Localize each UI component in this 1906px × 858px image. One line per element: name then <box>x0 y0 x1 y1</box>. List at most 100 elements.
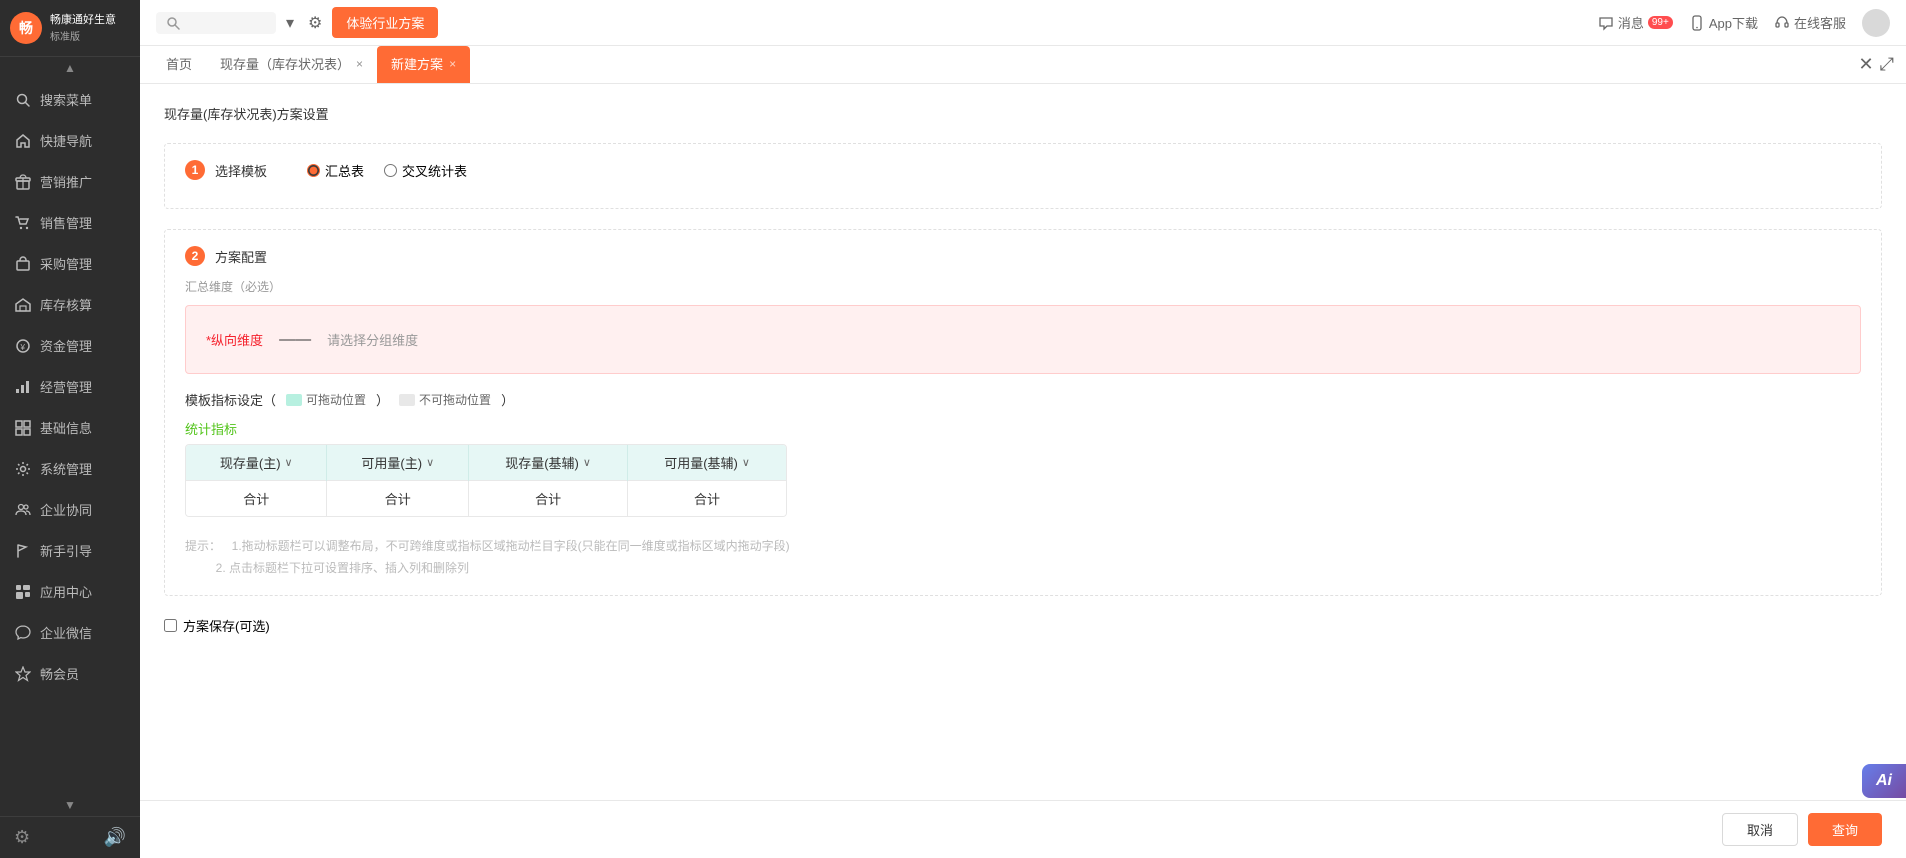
sidebar-scroll-up[interactable]: ▲ <box>0 57 140 79</box>
non-draggable-hint: 不可拖动位置 <box>399 391 491 408</box>
app-logo: 畅 畅康通好生意 标准版 <box>0 0 140 57</box>
cancel-button[interactable]: 取消 <box>1722 813 1798 846</box>
non-draggable-label: 不可拖动位置 <box>419 391 491 408</box>
step2-section: 2 方案配置 汇总维度（必选） *纵向维度 —— 请选择分组维度 模板指标设定（ <box>164 229 1882 596</box>
col-available-main-chevron[interactable]: ∨ <box>426 456 434 469</box>
sidebar-item-search-menu[interactable]: 搜索菜单 <box>0 79 140 120</box>
chart-icon <box>14 378 32 396</box>
sidebar-label-inventory: 库存核算 <box>40 295 92 314</box>
sidebar-item-operations[interactable]: 经营管理 <box>0 366 140 407</box>
col-available-aux-chevron[interactable]: ∨ <box>742 456 750 469</box>
topbar: ▾ ⚙ 体验行业方案 消息 99+ App下载 <box>140 0 1906 46</box>
sound-footer-btn[interactable]: 🔊 <box>104 827 126 848</box>
col-header-present-main[interactable]: 现存量(主) ∨ <box>186 445 327 481</box>
sidebar-item-quick-nav[interactable]: 快捷导航 <box>0 120 140 161</box>
sidebar-item-app-center[interactable]: 应用中心 <box>0 571 140 612</box>
tip-line-1: 提示： 1.拖动标题栏可以调整布局，不可跨维度或指标区域拖动栏目字段(只能在同一… <box>185 536 1861 558</box>
col-header-available-aux[interactable]: 可用量(基辅) ∨ <box>628 445 786 481</box>
sidebar-item-marketing[interactable]: 营销推广 <box>0 161 140 202</box>
col-available-main-label: 可用量(主) <box>361 453 422 472</box>
tip-1: 1.拖动标题栏可以调整布局，不可跨维度或指标区域拖动栏目字段(只能在同一维度或指… <box>232 536 790 558</box>
dropdown-btn[interactable]: ▾ <box>286 13 294 33</box>
topbar-right: 消息 99+ App下载 在线客服 <box>1598 9 1890 37</box>
step2-title: 方案配置 <box>215 247 267 266</box>
sidebar-label-system: 系统管理 <box>40 459 92 478</box>
sidebar-item-base-info[interactable]: 基础信息 <box>0 407 140 448</box>
headset-icon <box>1774 15 1790 31</box>
radio-summary[interactable]: 汇总表 <box>307 161 364 180</box>
tab-expand-btn[interactable]: ⤢ <box>1880 54 1894 75</box>
tab-close-panel-btn[interactable]: ✕ <box>1859 54 1874 75</box>
search-input[interactable] <box>186 16 266 30</box>
logo-text-block: 畅康通好生意 标准版 <box>50 13 116 43</box>
step1-badge: 1 <box>185 160 205 180</box>
bottom-bar: 取消 查询 <box>140 800 1906 858</box>
col-available-aux-label: 可用量(基辅) <box>664 453 738 472</box>
radio-cross-label: 交叉统计表 <box>402 161 467 180</box>
step1-section: 1 选择模板 汇总表 交叉统计表 <box>164 143 1882 209</box>
sidebar-label-guide: 新手引导 <box>40 541 92 560</box>
sidebar-item-enterprise[interactable]: 企业协同 <box>0 489 140 530</box>
apps-icon <box>14 583 32 601</box>
radio-cross[interactable]: 交叉统计表 <box>384 161 467 180</box>
indicator-table-inner: 现存量(主) ∨ 可用量(主) ∨ <box>186 445 786 516</box>
col-present-aux-label: 现存量(基辅) <box>505 453 579 472</box>
col-present-main-chevron[interactable]: ∨ <box>285 456 293 469</box>
indicator-table: 现存量(主) ∨ 可用量(主) ∨ <box>185 444 787 517</box>
content-panel: 现存量(库存状况表)方案设置 1 选择模板 汇总表 交叉统计表 <box>140 84 1906 858</box>
query-button[interactable]: 查询 <box>1808 813 1882 846</box>
panel-title: 现存量(库存状况表)方案设置 <box>164 104 1882 123</box>
search-icon <box>14 91 32 109</box>
sidebar-item-finance[interactable]: ¥ 资金管理 <box>0 325 140 366</box>
message-badge: 99+ <box>1648 16 1673 29</box>
tab-home[interactable]: 首页 <box>152 46 206 83</box>
main-area: ▾ ⚙ 体验行业方案 消息 99+ App下载 <box>140 0 1906 858</box>
template-radio-group: 汇总表 交叉统计表 <box>307 161 467 180</box>
search-box[interactable] <box>156 12 276 34</box>
online-service-item[interactable]: 在线客服 <box>1774 13 1846 32</box>
settings-footer-btn[interactable]: ⚙ <box>14 827 30 848</box>
col-header-present-aux[interactable]: 现存量(基辅) ∨ <box>469 445 628 481</box>
sidebar-item-wechat[interactable]: 企业微信 <box>0 612 140 653</box>
ai-badge[interactable]: Ai <box>1862 764 1906 798</box>
save-checkbox[interactable] <box>164 619 177 632</box>
sidebar-item-sales[interactable]: 销售管理 <box>0 202 140 243</box>
app-title: 畅康通好生意 <box>50 13 116 28</box>
indicator-config-label: 模板指标设定（ 可拖动位置 ） 不可拖动位置 ） <box>185 390 1861 409</box>
message-item[interactable]: 消息 99+ <box>1598 13 1673 32</box>
save-label: 方案保存(可选) <box>183 616 270 635</box>
radio-summary-label: 汇总表 <box>325 161 364 180</box>
grid-icon <box>14 419 32 437</box>
col-present-aux-chevron[interactable]: ∨ <box>583 456 591 469</box>
dim-dash: —— <box>279 331 311 349</box>
stat-indicators: 统计指标 现存量(主) ∨ <box>185 419 1861 520</box>
stat-section-title: 统计指标 <box>185 419 1861 438</box>
user-avatar[interactable] <box>1862 9 1890 37</box>
tip-line-2: 2. 点击标题栏下拉可设置排序、插入列和删除列 <box>185 558 1861 580</box>
sidebar-label-app-center: 应用中心 <box>40 582 92 601</box>
step1-title: 选择模板 <box>215 161 267 180</box>
tab-new-scheme-close[interactable]: × <box>449 57 456 71</box>
shopping-icon <box>14 214 32 232</box>
step2-badge: 2 <box>185 246 205 266</box>
cell-available-main: 合计 <box>327 481 469 517</box>
sidebar-item-system[interactable]: 系统管理 <box>0 448 140 489</box>
sidebar-label-operations: 经营管理 <box>40 377 92 396</box>
aggregate-label: 汇总维度（必选） <box>185 278 1861 295</box>
experience-btn[interactable]: 体验行业方案 <box>332 7 438 38</box>
col-header-available-main[interactable]: 可用量(主) ∨ <box>327 445 469 481</box>
cell-present-aux: 合计 <box>469 481 628 517</box>
content-area: 现存量(库存状况表)方案设置 1 选择模板 汇总表 交叉统计表 <box>140 84 1906 858</box>
dimension-box[interactable]: *纵向维度 —— 请选择分组维度 <box>185 305 1861 374</box>
sidebar-item-guide[interactable]: 新手引导 <box>0 530 140 571</box>
app-download-item[interactable]: App下载 <box>1689 13 1758 32</box>
sidebar-scroll-down[interactable]: ▼ <box>0 794 140 816</box>
sidebar-item-member[interactable]: 畅会员 <box>0 653 140 694</box>
gear-btn[interactable]: ⚙ <box>308 13 322 33</box>
tab-new-scheme[interactable]: 新建方案 × <box>377 46 470 83</box>
cell-available-aux: 合计 <box>628 481 786 517</box>
tab-inventory-status[interactable]: 现存量（库存状况表） × <box>206 46 377 83</box>
tab-inventory-close[interactable]: × <box>356 57 363 71</box>
sidebar-item-procurement[interactable]: 采购管理 <box>0 243 140 284</box>
sidebar-item-inventory[interactable]: 库存核算 <box>0 284 140 325</box>
